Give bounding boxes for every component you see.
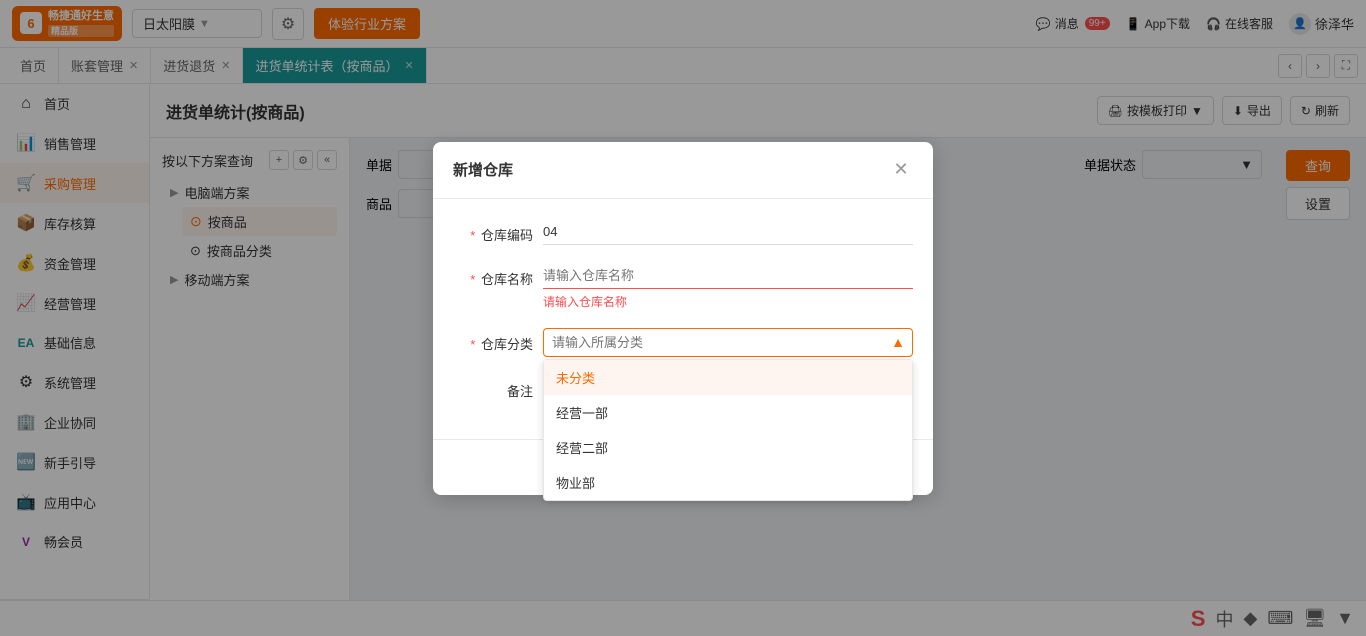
form-row-name: * 仓库名称 请输入仓库名称 xyxy=(453,263,913,310)
category-toggle-icon[interactable]: ▲ xyxy=(891,334,905,350)
warehouse-name-label: * 仓库名称 xyxy=(453,263,533,288)
modal-body: * 仓库编码 * 仓库名称 请输入仓库名称 xyxy=(433,199,933,439)
warehouse-code-label: * 仓库编码 xyxy=(453,219,533,244)
dropdown-item-none[interactable]: 未分类 xyxy=(544,360,912,395)
modal-header: 新增仓库 ✕ xyxy=(433,142,933,199)
warehouse-code-wrapper xyxy=(543,219,913,245)
dropdown-item-dept1[interactable]: 经营一部 xyxy=(544,395,912,430)
warehouse-category-input[interactable] xyxy=(543,328,913,357)
modal-close-button[interactable]: ✕ xyxy=(889,158,913,182)
form-row-category: * 仓库分类 ▲ 未分类 经营一部 xyxy=(453,328,913,357)
warehouse-category-label: * 仓库分类 xyxy=(453,328,533,353)
dropdown-item-dept2[interactable]: 经营二部 xyxy=(544,430,912,465)
warehouse-name-error: 请输入仓库名称 xyxy=(543,293,913,310)
warehouse-name-input[interactable] xyxy=(543,263,913,289)
modal-title: 新增仓库 xyxy=(453,159,513,180)
category-input-container: ▲ xyxy=(543,328,913,357)
dropdown-item-dept3[interactable]: 物业部 xyxy=(544,465,912,500)
category-dropdown: 未分类 经营一部 经营二部 物业部 xyxy=(543,359,913,501)
warehouse-code-input[interactable] xyxy=(543,219,913,245)
add-warehouse-modal: 新增仓库 ✕ * 仓库编码 * 仓库名称 xyxy=(433,142,933,495)
modal-overlay: 新增仓库 ✕ * 仓库编码 * 仓库名称 xyxy=(0,0,1366,636)
remark-label: 备注 xyxy=(453,375,533,400)
warehouse-category-wrapper: ▲ 未分类 经营一部 经营二部 物业部 xyxy=(543,328,913,357)
warehouse-name-wrapper: 请输入仓库名称 xyxy=(543,263,913,310)
form-row-code: * 仓库编码 xyxy=(453,219,913,245)
